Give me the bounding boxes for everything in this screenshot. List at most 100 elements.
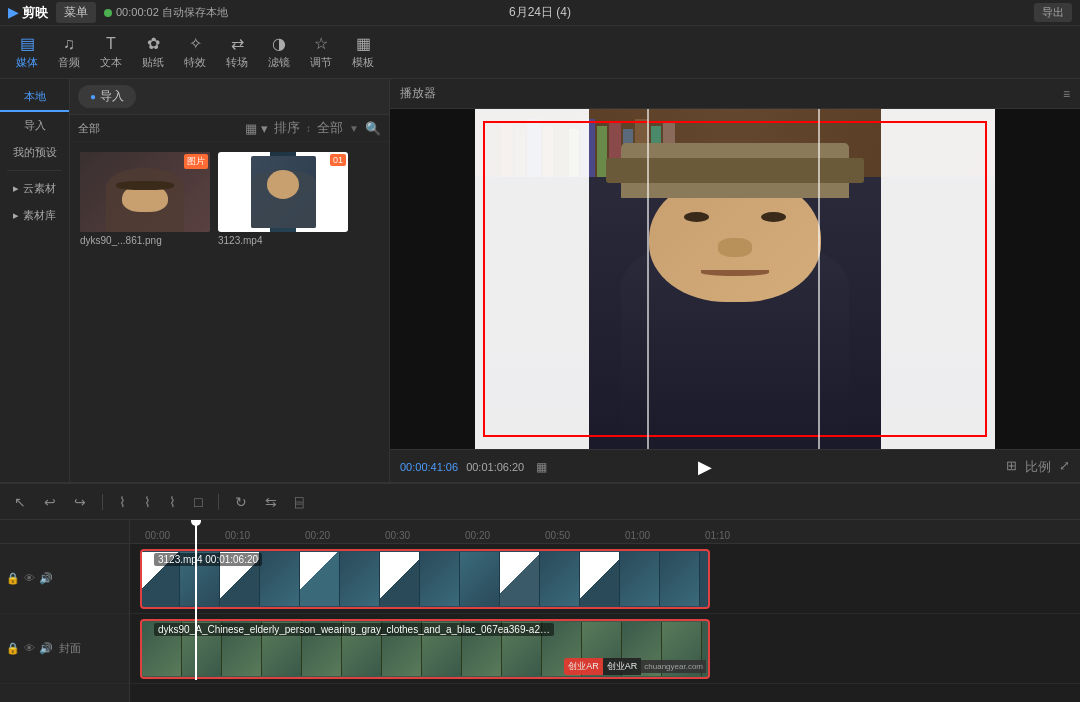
track-visibility-icon-2[interactable]: 👁 xyxy=(24,642,35,655)
ruler-50: 00:50 xyxy=(545,530,570,541)
track-icons-video: 🔒 👁 🔊 xyxy=(6,572,53,585)
video-track-label: 3123.mp4 00:01:06:20 xyxy=(154,553,262,566)
toolbar-effects-label: 特效 xyxy=(184,55,206,70)
redo-button[interactable]: ↪ xyxy=(68,492,92,512)
sidebar-item-presets[interactable]: 我的预设 xyxy=(0,139,69,166)
toolbar-text[interactable]: T 文本 xyxy=(92,31,130,74)
preview-canvas xyxy=(390,109,1080,449)
top-actions: 导出 xyxy=(1034,3,1072,22)
sidebar-item-library[interactable]: ▸ 素材库 xyxy=(0,202,69,229)
frame-4 xyxy=(260,552,300,606)
image-track-label: dyks90_A_Chinese_elderly_person_wearing_… xyxy=(154,623,554,636)
track-sublabel: 封面 xyxy=(59,641,81,656)
cursor-head xyxy=(191,520,201,526)
crop-button[interactable]: ⌇ xyxy=(163,492,182,512)
track-lock-icon[interactable]: 🔒 xyxy=(6,572,20,585)
wm-badge-track: 创业AR xyxy=(564,658,603,675)
toolbar-audio[interactable]: ♫ 音频 xyxy=(50,31,88,74)
ruler-00: 00:00 xyxy=(145,530,170,541)
type-badge-video: 01 xyxy=(330,154,346,166)
filter-icon: ◑ xyxy=(272,34,286,53)
search-button[interactable]: 🔍 xyxy=(365,121,381,136)
frame-9 xyxy=(460,552,500,606)
project-title: 6月24日 (4) xyxy=(509,4,571,21)
undo-button[interactable]: ↩ xyxy=(38,492,62,512)
track-lock-icon-2[interactable]: 🔒 xyxy=(6,642,20,655)
sidebar-library-label: ▸ 素材库 xyxy=(13,208,55,223)
rotate-button[interactable]: ↻ xyxy=(229,492,253,512)
ruler-20: 00:20 xyxy=(305,530,330,541)
split-v-button[interactable]: ⌇ xyxy=(138,492,157,512)
sort-button[interactable]: 排序 xyxy=(274,119,300,137)
timeline-body: 🔒 👁 🔊 🔒 👁 🔊 封面 00:00 00:10 xyxy=(0,520,1080,702)
toolbar-transition-label: 转场 xyxy=(226,55,248,70)
toolbar-template-label: 模板 xyxy=(352,55,374,70)
track-visibility-icon[interactable]: 👁 xyxy=(24,572,35,585)
media-panel: 导入 全部 ▦ ▾ 排序 ↕ 全部 ▼ 🔍 已添加 xyxy=(70,79,390,482)
all-filter-button[interactable]: 全部 xyxy=(317,119,343,137)
export-button[interactable]: 导出 xyxy=(1034,3,1072,22)
frame-6 xyxy=(340,552,380,606)
media-filename-image: dyks90_...861.png xyxy=(80,235,210,246)
expand-button[interactable]: ⤢ xyxy=(1059,458,1070,476)
sticker-icon: ✿ xyxy=(147,34,160,53)
fullscreen-button[interactable]: ⊞ xyxy=(1006,458,1017,476)
sidebar-local-label: 本地 xyxy=(24,89,46,104)
toolbar-filter[interactable]: ◑ 滤镜 xyxy=(260,30,298,74)
toolbar-template[interactable]: ▦ 模板 xyxy=(344,30,382,74)
preview-video xyxy=(475,109,995,449)
frame-5 xyxy=(300,552,340,606)
transition-icon: ⇄ xyxy=(231,34,244,53)
crop2-button[interactable]: ⌸ xyxy=(289,492,309,512)
ratio-button[interactable]: 比例 xyxy=(1025,458,1051,476)
sidebar-cloud-label: ▸ 云素材 xyxy=(13,181,55,196)
top-toolbar: ▤ 媒体 ♫ 音频 T 文本 ✿ 贴纸 ✧ 特效 ⇄ 转场 ◑ 滤镜 ☆ 调节 … xyxy=(0,26,1080,79)
cursor-tool[interactable]: ↖ xyxy=(8,492,32,512)
preview-menu-button[interactable]: ≡ xyxy=(1063,87,1070,101)
toolbar-text-label: 文本 xyxy=(100,55,122,70)
ruler-40: 00:20 xyxy=(465,530,490,541)
sidebar-item-import[interactable]: 导入 xyxy=(0,112,69,139)
mirror-button[interactable]: ⇆ xyxy=(259,492,283,512)
import-button[interactable]: 导入 xyxy=(78,85,136,108)
sort-icon: ↕ xyxy=(306,123,311,134)
toolbar-media[interactable]: ▤ 媒体 xyxy=(8,30,46,74)
toolbar-adjust[interactable]: ☆ 调节 xyxy=(302,30,340,74)
ruler-10: 00:10 xyxy=(225,530,250,541)
split-button[interactable]: ⌇ xyxy=(113,492,132,512)
media-toolbar: 导入 xyxy=(70,79,389,115)
ruler-100: 01:00 xyxy=(625,530,650,541)
grid-view-button[interactable]: ▦ ▾ xyxy=(245,121,268,136)
track-icons-image: 🔒 👁 🔊 xyxy=(6,642,53,655)
track-label-image: 🔒 👁 🔊 封面 xyxy=(0,614,129,684)
image-track[interactable]: dyks90_A_Chinese_elderly_person_wearing_… xyxy=(140,619,710,679)
media-icon: ▤ xyxy=(20,34,35,53)
square-button[interactable]: □ xyxy=(188,492,208,512)
effects-icon: ✧ xyxy=(189,34,202,53)
video-track[interactable]: 3123.mp4 00:01:06:20 xyxy=(140,549,710,609)
frame-14 xyxy=(660,552,700,606)
sidebar-item-cloud[interactable]: ▸ 云素材 xyxy=(0,175,69,202)
autosave-status: 00:00:02 自动保存本地 xyxy=(104,5,228,20)
preview-area: 播放器 ≡ xyxy=(390,79,1080,482)
preview-controls: 00:00:41:06 00:01:06:20 ▦ ▶ ⊞ 比例 ⤢ xyxy=(390,449,1080,482)
toolbar-transition[interactable]: ⇄ 转场 xyxy=(218,30,256,74)
sidebar: 本地 导入 我的预设 ▸ 云素材 ▸ 素材库 xyxy=(0,79,70,482)
timeline-cursor[interactable] xyxy=(195,520,197,680)
sidebar-divider xyxy=(7,170,62,171)
app-name: 剪映 xyxy=(22,4,48,22)
preview-title: 播放器 xyxy=(400,85,436,102)
timeline-tracks[interactable]: 00:00 00:10 00:20 00:30 00:20 00:50 01:0… xyxy=(130,520,1080,702)
wm-url-track: chuangyear.com xyxy=(641,660,706,673)
timecode-icon: ▦ xyxy=(536,460,547,474)
track-volume-icon[interactable]: 🔊 xyxy=(39,572,53,585)
sidebar-item-local[interactable]: 本地 xyxy=(0,83,69,112)
toolbar-sticker[interactable]: ✿ 贴纸 xyxy=(134,30,172,74)
menu-button[interactable]: 菜单 xyxy=(56,2,96,23)
play-button[interactable]: ▶ xyxy=(698,456,712,478)
video-track-row: 3123.mp4 00:01:06:20 xyxy=(130,544,1080,614)
toolbar-effects[interactable]: ✧ 特效 xyxy=(176,30,214,74)
media-item-image[interactable]: 已添加 图片 dyks90_...861.png xyxy=(80,152,210,472)
media-item-video[interactable]: 已添加 01 3123.mp4 xyxy=(218,152,348,472)
track-volume-icon-2[interactable]: 🔊 xyxy=(39,642,53,655)
